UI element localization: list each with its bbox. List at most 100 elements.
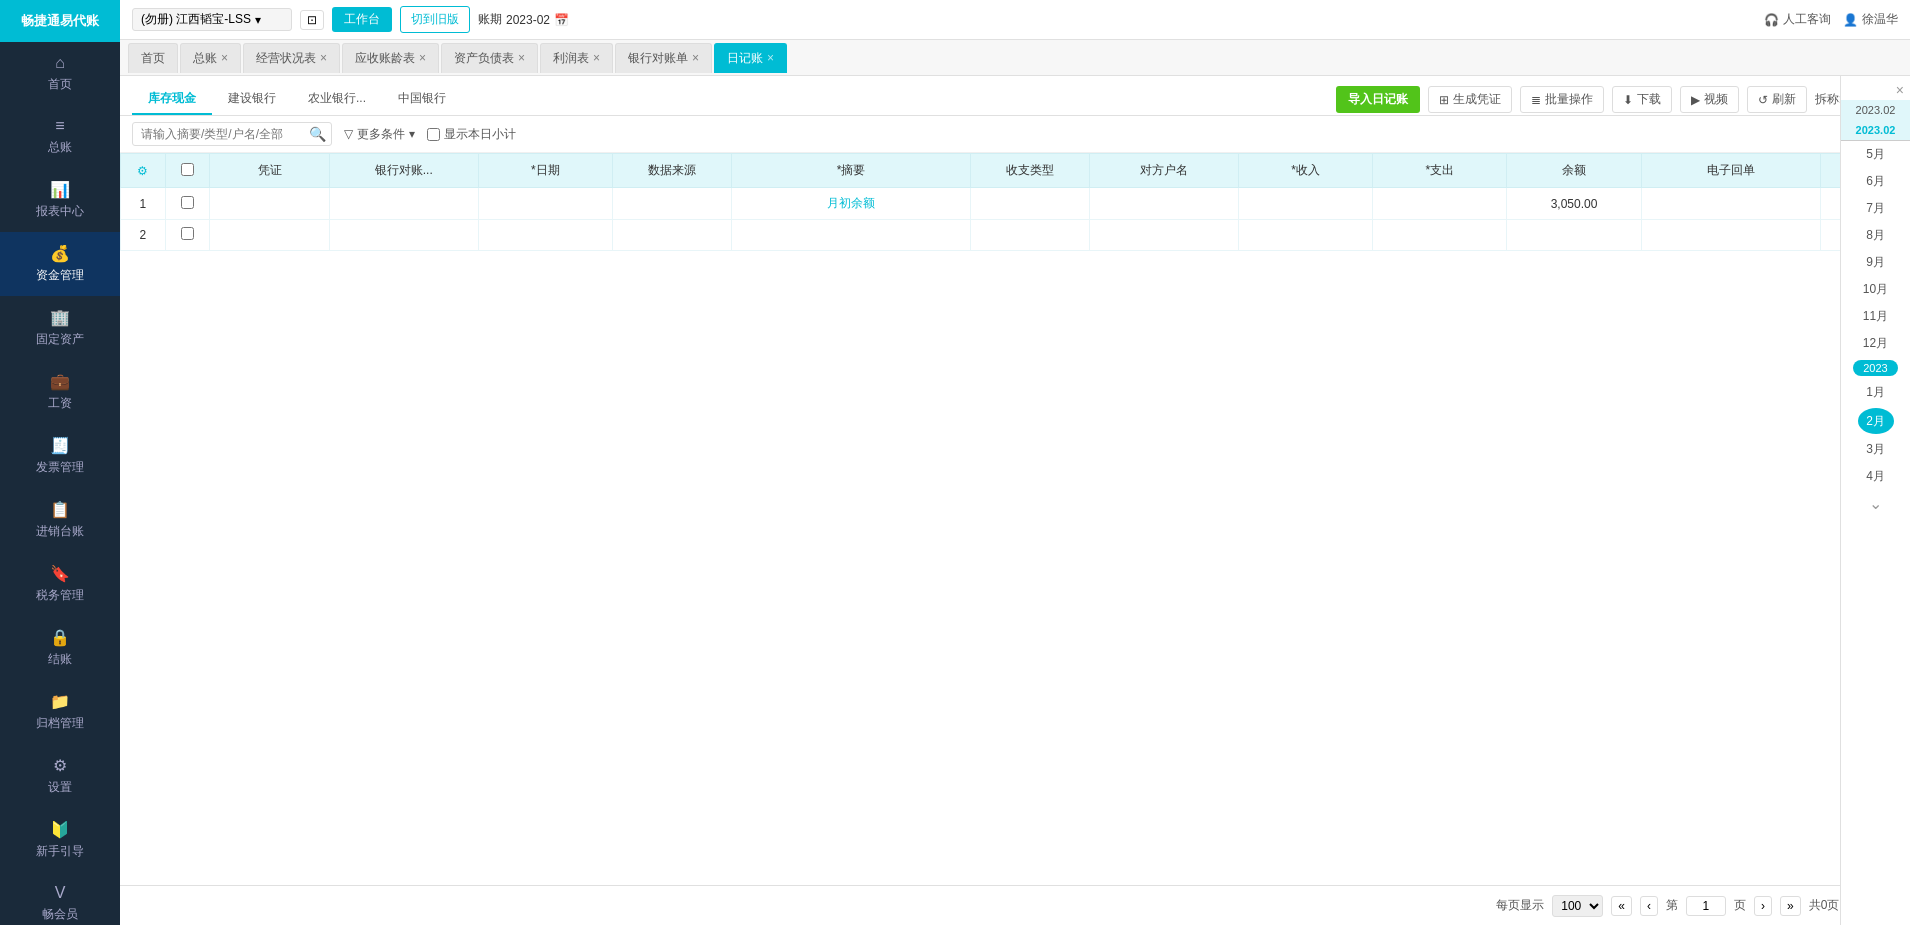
table-col-date: *日期 <box>478 154 612 188</box>
sidebar-item-fund[interactable]: 💰 资金管理 <box>0 232 120 296</box>
batch-operation-button[interactable]: ≣ 批量操作 <box>1520 86 1604 113</box>
download-button[interactable]: ⬇ 下载 <box>1612 86 1672 113</box>
tab-close-icon[interactable]: × <box>518 51 525 65</box>
sidebar-item-label: 报表中心 <box>36 203 84 220</box>
sidebar-item-sales[interactable]: 📋 进销台账 <box>0 488 120 552</box>
import-journal-button[interactable]: 导入日记账 <box>1336 86 1420 113</box>
support-link[interactable]: 🎧 人工客询 <box>1764 11 1831 28</box>
sidebar-item-guide[interactable]: 🔰 新手引导 <box>0 808 120 872</box>
page-label-post: 页 <box>1734 897 1746 914</box>
sidebar-item-settings[interactable]: ⚙ 设置 <box>0 744 120 808</box>
row-checkbox-cell[interactable] <box>165 220 210 251</box>
subtab-cash[interactable]: 库存现金 <box>132 84 212 115</box>
sidebar-item-wage[interactable]: 💼 工资 <box>0 360 120 424</box>
workbench-button[interactable]: 工作台 <box>332 7 392 32</box>
old-version-button[interactable]: 切到旧版 <box>400 6 470 33</box>
row-desc <box>732 220 971 251</box>
show-daily-checkbox[interactable] <box>427 128 440 141</box>
select-all-checkbox[interactable] <box>181 163 194 176</box>
tab-close-icon[interactable]: × <box>221 51 228 65</box>
date-month-12[interactable]: 12月 <box>1841 330 1910 357</box>
guide-icon: 🔰 <box>50 820 70 839</box>
first-page-button[interactable]: « <box>1611 896 1632 916</box>
sidebar-item-label: 税务管理 <box>36 587 84 604</box>
row-income <box>1239 188 1373 220</box>
sidebar-item-label: 资金管理 <box>36 267 84 284</box>
table-col-check[interactable] <box>165 154 210 188</box>
date-month-4[interactable]: 4月 <box>1841 463 1910 490</box>
generate-voucher-button[interactable]: ⊞ 生成凭证 <box>1428 86 1512 113</box>
next-page-button[interactable]: › <box>1754 896 1772 916</box>
tab-close-icon[interactable]: × <box>692 51 699 65</box>
date-cur-period[interactable]: 2023.02 <box>1841 120 1910 141</box>
main-content: 库存现金 建设银行 农业银行... 中国银行 导入日记账 ⊞ 生成凭证 ≣ 批量… <box>120 76 1910 925</box>
sidebar-item-report[interactable]: 📊 报表中心 <box>0 168 120 232</box>
tab-close-icon[interactable]: × <box>767 51 774 65</box>
tab-bank[interactable]: 银行对账单 × <box>615 43 712 73</box>
search-input[interactable] <box>132 122 332 146</box>
row-source <box>612 220 731 251</box>
more-filter-button[interactable]: ▽ 更多条件 ▾ <box>344 126 415 143</box>
tab-business[interactable]: 经营状况表 × <box>243 43 340 73</box>
date-month-5[interactable]: 5月 <box>1841 141 1910 168</box>
date-month-10[interactable]: 10月 <box>1841 276 1910 303</box>
prev-page-button[interactable]: ‹ <box>1640 896 1658 916</box>
settings-icon: ⚙ <box>53 756 67 775</box>
last-page-button[interactable]: » <box>1780 896 1801 916</box>
date-month-8[interactable]: 8月 <box>1841 222 1910 249</box>
page-number-input[interactable] <box>1686 896 1726 916</box>
subtab-boc[interactable]: 中国银行 <box>382 84 462 115</box>
sidebar-item-invoice[interactable]: 🧾 发票管理 <box>0 424 120 488</box>
sidebar-item-close[interactable]: 🔒 结账 <box>0 616 120 680</box>
row-checkbox-cell[interactable] <box>165 188 210 220</box>
tab-receivable[interactable]: 应收账龄表 × <box>342 43 439 73</box>
close-accounts-icon: 🔒 <box>50 628 70 647</box>
row-checkbox[interactable] <box>181 196 194 209</box>
date-prev-period[interactable]: 2023.02 <box>1841 100 1910 120</box>
date-month-2-active[interactable]: 2月 <box>1858 408 1894 434</box>
tab-journal[interactable]: 日记账 × <box>714 43 787 73</box>
per-page-select[interactable]: 10 20 50 100 <box>1552 895 1603 917</box>
month-6-label: 6月 <box>1866 174 1885 188</box>
tab-profit[interactable]: 利润表 × <box>540 43 613 73</box>
date-month-9[interactable]: 9月 <box>1841 249 1910 276</box>
date-panel-close-button[interactable]: × <box>1841 80 1910 100</box>
subtab-ccb[interactable]: 建设银行 <box>212 84 292 115</box>
date-month-11[interactable]: 11月 <box>1841 303 1910 330</box>
copy-button[interactable]: ⊡ <box>300 10 324 30</box>
tab-home[interactable]: 首页 <box>128 43 178 73</box>
video-button[interactable]: ▶ 视频 <box>1680 86 1739 113</box>
date-month-1[interactable]: 1月 <box>1841 379 1910 406</box>
tab-close-icon[interactable]: × <box>419 51 426 65</box>
row-checkbox[interactable] <box>181 227 194 240</box>
show-daily-toggle[interactable]: 显示本日小计 <box>427 126 516 143</box>
month-8-label: 8月 <box>1866 228 1885 242</box>
date-month-6[interactable]: 6月 <box>1841 168 1910 195</box>
tab-ledger[interactable]: 总账 × <box>180 43 241 73</box>
tab-close-icon[interactable]: × <box>320 51 327 65</box>
tax-icon: 🔖 <box>50 564 70 583</box>
date-month-3[interactable]: 3月 <box>1841 436 1910 463</box>
subtab-abc[interactable]: 农业银行... <box>292 84 382 115</box>
date-scroll-down-button[interactable]: ⌄ <box>1841 490 1910 517</box>
tab-close-icon[interactable]: × <box>593 51 600 65</box>
sidebar-item-home[interactable]: ⌂ 首页 <box>0 42 120 105</box>
tab-home-label: 首页 <box>141 50 165 67</box>
sidebar-item-tax[interactable]: 🔖 税务管理 <box>0 552 120 616</box>
sidebar-item-ledger[interactable]: ≡ 总账 <box>0 105 120 168</box>
sidebar-item-member[interactable]: V 畅会员 <box>0 872 120 925</box>
filter-chevron-icon: ▾ <box>409 127 415 141</box>
search-wrap: 🔍 <box>132 122 332 146</box>
tab-assets[interactable]: 资产负债表 × <box>441 43 538 73</box>
report-icon: 📊 <box>50 180 70 199</box>
row-bankref <box>329 220 478 251</box>
date-month-7[interactable]: 7月 <box>1841 195 1910 222</box>
user-profile[interactable]: 👤 徐温华 <box>1843 11 1898 28</box>
sidebar-item-assets[interactable]: 🏢 固定资产 <box>0 296 120 360</box>
batch-icon: ≣ <box>1531 93 1541 107</box>
refresh-button[interactable]: ↺ 刷新 <box>1747 86 1807 113</box>
company-selector[interactable]: (勿册) 江西韬宝-LSS ▾ <box>132 8 292 31</box>
sidebar-item-archive[interactable]: 📁 归档管理 <box>0 680 120 744</box>
table-col-settings[interactable]: ⚙ <box>121 154 166 188</box>
calendar-icon[interactable]: 📅 <box>554 13 569 27</box>
